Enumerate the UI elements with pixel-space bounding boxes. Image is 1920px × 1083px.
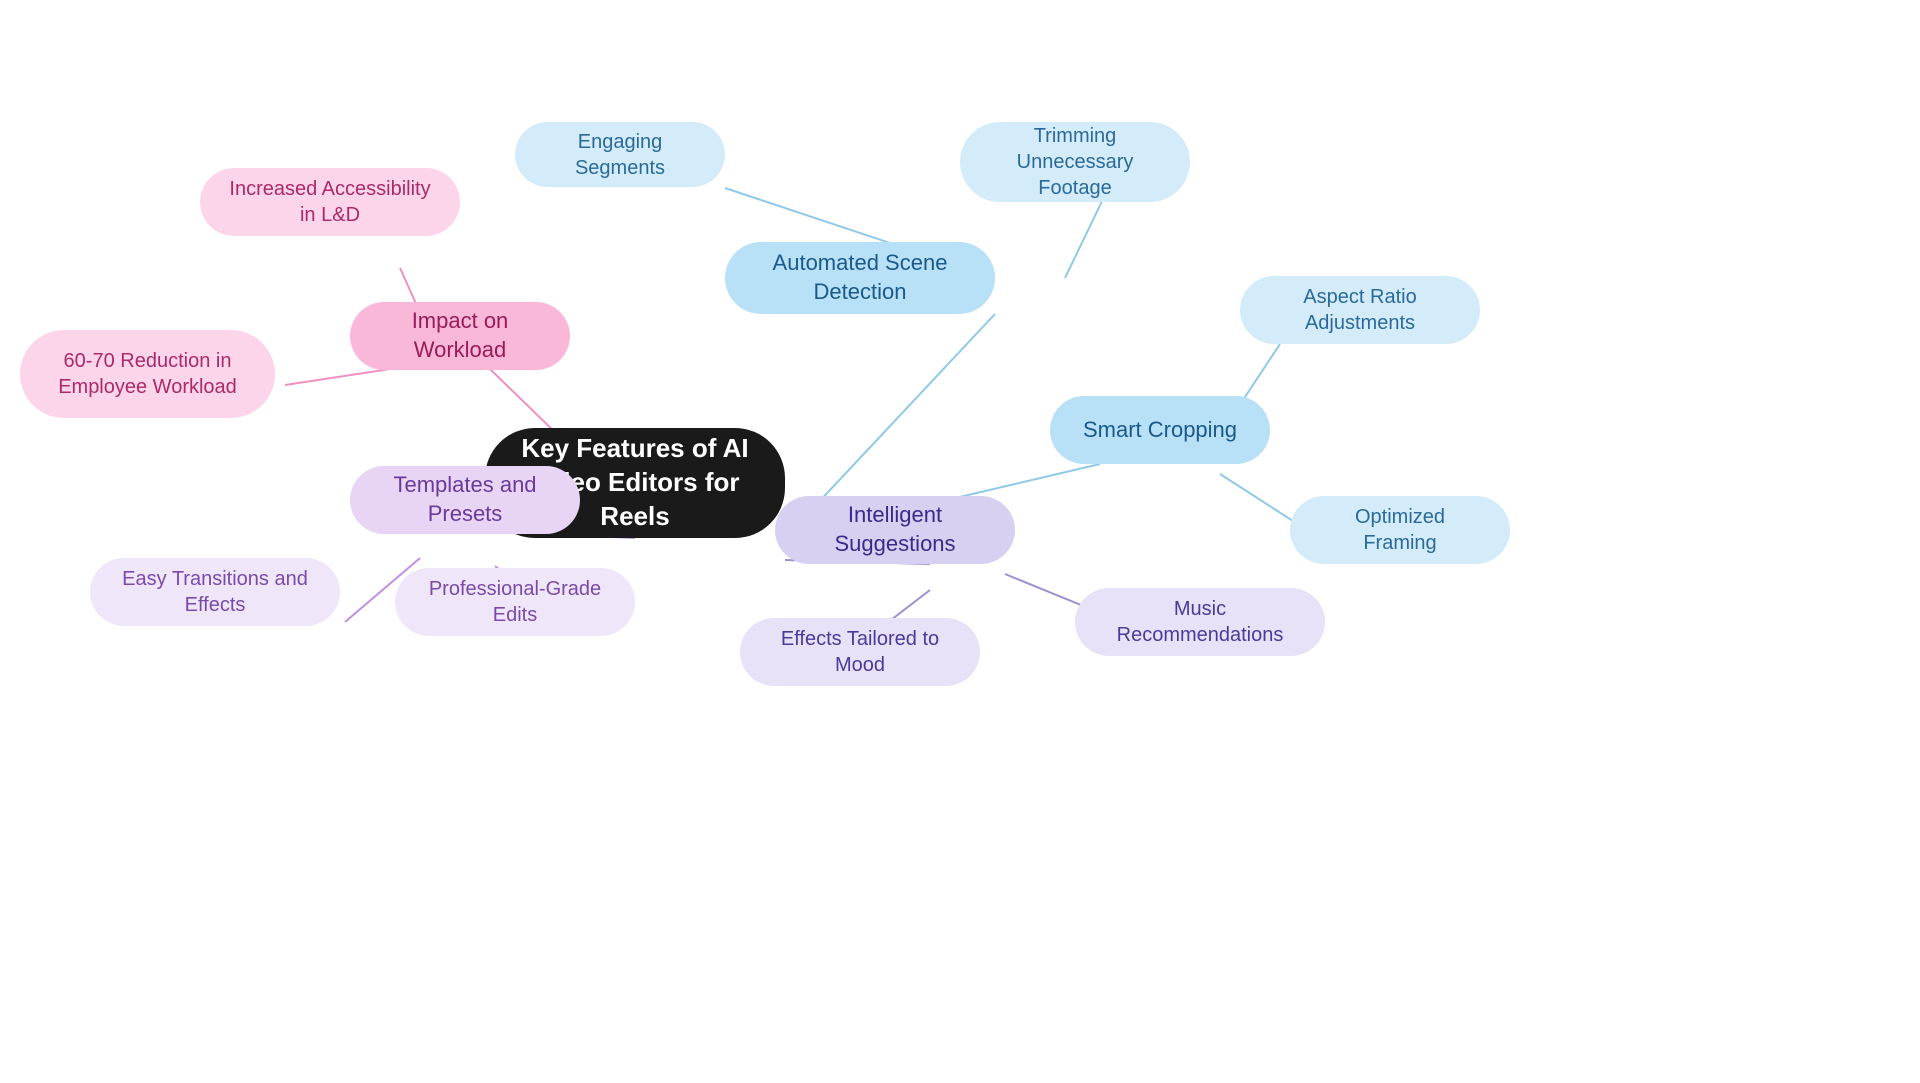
aspect-ratio-node: Aspect Ratio Adjustments: [1240, 276, 1480, 344]
engaging-segments-node: Engaging Segments: [515, 122, 725, 187]
impact-workload-node: Impact on Workload: [350, 302, 570, 370]
templates-presets-node: Templates and Presets: [350, 466, 580, 534]
professional-grade-node: Professional-Grade Edits: [395, 568, 635, 636]
intelligent-suggestions-node: Intelligent Suggestions: [775, 496, 1015, 564]
automated-scene-node: Automated Scene Detection: [725, 242, 995, 314]
easy-transitions-node: Easy Transitions and Effects: [90, 558, 340, 626]
smart-cropping-node: Smart Cropping: [1050, 396, 1270, 464]
reduction-workload-node: 60-70 Reduction in Employee Workload: [20, 330, 275, 418]
music-recommendations-node: Music Recommendations: [1075, 588, 1325, 656]
trimming-footage-node: Trimming Unnecessary Footage: [960, 122, 1190, 202]
effects-mood-node: Effects Tailored to Mood: [740, 618, 980, 686]
optimized-framing-node: Optimized Framing: [1290, 496, 1510, 564]
increased-accessibility-node: Increased Accessibility in L&D: [200, 168, 460, 236]
